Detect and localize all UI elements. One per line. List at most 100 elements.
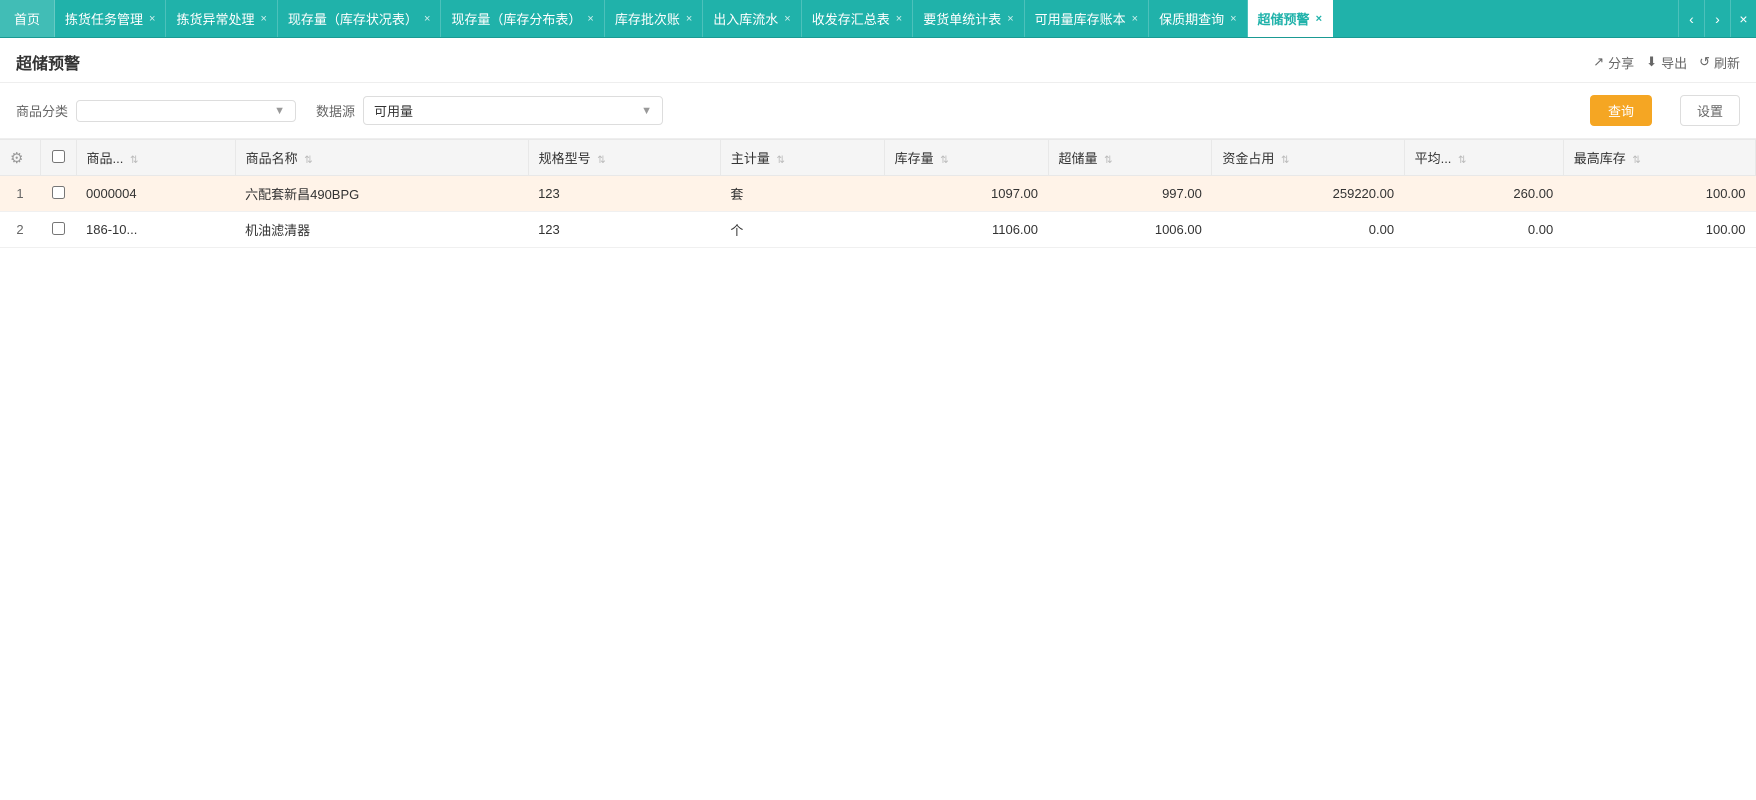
tab-inout-flow[interactable]: 出入库流水 ×: [703, 0, 801, 37]
tab-stock-batch-label: 库存批次账: [615, 9, 680, 28]
table-row: 1 0000004 六配套新昌490BPG 123 套 1097.00 997.…: [0, 176, 1756, 212]
share-button[interactable]: ↗ 分享: [1593, 53, 1634, 72]
nav-arrows: ‹ › ×: [1678, 0, 1756, 37]
close-inout-flow-icon[interactable]: ×: [784, 13, 790, 25]
cell-unit-0: 套: [720, 176, 884, 212]
tab-stock-batch[interactable]: 库存批次账 ×: [605, 0, 703, 37]
col-maxstock-label: 最高库存: [1574, 151, 1626, 166]
datasource-filter-group: 数据源 可用量 ▼: [316, 96, 663, 125]
filter-row: 商品分类 ▼ 数据源 可用量 ▼ 查询 设置: [0, 83, 1756, 139]
tab-pick-exception-label: 拣货异常处理: [176, 9, 254, 28]
query-button[interactable]: 查询: [1590, 95, 1652, 126]
close-pick-task-icon[interactable]: ×: [149, 13, 155, 25]
refresh-button[interactable]: ↺ 刷新: [1699, 53, 1740, 72]
close-stock-batch-icon[interactable]: ×: [686, 13, 692, 25]
tab-stock-dist-label: 现存量（库存分布表）: [451, 9, 581, 28]
cell-index-0: 1: [0, 176, 40, 212]
close-stock-dist-icon[interactable]: ×: [587, 13, 593, 25]
row-checkbox-1[interactable]: [52, 222, 65, 235]
col-spec-header[interactable]: 规格型号 ⇅: [528, 140, 720, 176]
page-content: 超储预警 ↗ 分享 ⬇ 导出 ↺ 刷新 商品分类 ▼ 数据源: [0, 38, 1756, 800]
datasource-select-value: 可用量: [374, 101, 413, 120]
tab-pick-exception[interactable]: 拣货异常处理 ×: [166, 0, 277, 37]
close-recv-send-icon[interactable]: ×: [896, 13, 902, 25]
col-stock-sort-icon: ⇅: [940, 155, 948, 166]
tab-stock-status-label: 现存量（库存状况表）: [288, 9, 418, 28]
col-maxstock-header[interactable]: 最高库存 ⇅: [1563, 140, 1755, 176]
select-all-checkbox[interactable]: [52, 150, 65, 163]
tab-inout-flow-label: 出入库流水: [713, 9, 778, 28]
tab-shelf-life[interactable]: 保质期查询 ×: [1149, 0, 1247, 37]
refresh-label: 刷新: [1714, 53, 1740, 72]
col-stock-label: 库存量: [895, 151, 934, 166]
tab-home[interactable]: 首页: [0, 0, 55, 37]
table-header-row: ⚙ 商品... ⇅ 商品名称 ⇅ 规格型号 ⇅: [0, 140, 1756, 176]
cell-maxstock-1: 100.00: [1563, 212, 1755, 248]
tab-pick-task-label: 拣货任务管理: [65, 9, 143, 28]
close-req-stat-icon[interactable]: ×: [1007, 13, 1013, 25]
col-avg-header[interactable]: 平均... ⇅: [1404, 140, 1563, 176]
top-navigation: 首页 拣货任务管理 × 拣货异常处理 × 现存量（库存状况表） × 现存量（库存…: [0, 0, 1756, 38]
row-checkbox-0[interactable]: [52, 186, 65, 199]
col-code-sort-icon: ⇅: [130, 155, 138, 166]
cell-avg-0: 260.00: [1404, 176, 1563, 212]
export-icon: ⬇: [1646, 54, 1657, 70]
cell-checkbox-1[interactable]: [40, 212, 76, 248]
cell-overstock-0: 997.00: [1048, 176, 1212, 212]
tab-avail-stock-label: 可用量库存账本: [1035, 9, 1126, 28]
col-name-header[interactable]: 商品名称 ⇅: [235, 140, 528, 176]
col-unit-header[interactable]: 主计量 ⇅: [720, 140, 884, 176]
nav-arrow-close[interactable]: ×: [1730, 0, 1756, 37]
datasource-select[interactable]: 可用量 ▼: [363, 96, 663, 125]
share-label: 分享: [1608, 53, 1634, 72]
settings-button[interactable]: 设置: [1680, 95, 1740, 126]
export-label: 导出: [1661, 53, 1687, 72]
close-shelf-life-icon[interactable]: ×: [1230, 13, 1236, 25]
tab-stock-dist[interactable]: 现存量（库存分布表） ×: [441, 0, 604, 37]
nav-arrow-left[interactable]: ‹: [1678, 0, 1704, 37]
cell-stock-0: 1097.00: [884, 176, 1048, 212]
close-stock-status-icon[interactable]: ×: [424, 13, 430, 25]
col-capital-header[interactable]: 资金占用 ⇅: [1212, 140, 1404, 176]
cell-capital-1: 0.00: [1212, 212, 1404, 248]
cell-maxstock-0: 100.00: [1563, 176, 1755, 212]
tab-recv-send-label: 收发存汇总表: [812, 9, 890, 28]
cell-index-1: 2: [0, 212, 40, 248]
cell-checkbox-0[interactable]: [40, 176, 76, 212]
nav-arrow-right[interactable]: ›: [1704, 0, 1730, 37]
tab-pick-task[interactable]: 拣货任务管理 ×: [55, 0, 166, 37]
cell-unit-1: 个: [720, 212, 884, 248]
datasource-chevron-icon: ▼: [641, 105, 652, 117]
category-chevron-icon: ▼: [274, 105, 285, 117]
category-select[interactable]: ▼: [76, 100, 296, 122]
tab-stock-status[interactable]: 现存量（库存状况表） ×: [278, 0, 441, 37]
col-maxstock-sort-icon: ⇅: [1632, 155, 1640, 166]
cell-code-0: 0000004: [76, 176, 235, 212]
col-code-label: 商品...: [87, 151, 124, 166]
cell-avg-1: 0.00: [1404, 212, 1563, 248]
tab-overstock[interactable]: 超储预警 ×: [1248, 0, 1333, 37]
tab-avail-stock[interactable]: 可用量库存账本 ×: [1025, 0, 1149, 37]
col-avg-sort-icon: ⇅: [1458, 155, 1466, 166]
header-actions: ↗ 分享 ⬇ 导出 ↺ 刷新: [1593, 53, 1740, 72]
close-pick-exception-icon[interactable]: ×: [260, 13, 266, 25]
close-overstock-icon[interactable]: ×: [1316, 13, 1322, 25]
gear-icon[interactable]: ⚙: [10, 150, 23, 167]
col-code-header[interactable]: 商品... ⇅: [76, 140, 235, 176]
category-filter-label: 商品分类: [16, 101, 68, 120]
col-stock-header[interactable]: 库存量 ⇅: [884, 140, 1048, 176]
tab-req-stat[interactable]: 要货单统计表 ×: [913, 0, 1024, 37]
cell-spec-1: 123: [528, 212, 720, 248]
tab-recv-send[interactable]: 收发存汇总表 ×: [802, 0, 913, 37]
overstock-table: ⚙ 商品... ⇅ 商品名称 ⇅ 规格型号 ⇅: [0, 139, 1756, 248]
cell-name-1: 机油滤清器: [235, 212, 528, 248]
col-overstock-header[interactable]: 超储量 ⇅: [1048, 140, 1212, 176]
export-button[interactable]: ⬇ 导出: [1646, 53, 1687, 72]
tab-overstock-label: 超储预警: [1258, 9, 1310, 28]
col-unit-sort-icon: ⇅: [776, 155, 784, 166]
refresh-icon: ↺: [1699, 54, 1710, 70]
cell-name-0: 六配套新昌490BPG: [235, 176, 528, 212]
col-checkbox: [40, 140, 76, 176]
col-capital-sort-icon: ⇅: [1281, 155, 1289, 166]
close-avail-stock-icon[interactable]: ×: [1132, 13, 1138, 25]
